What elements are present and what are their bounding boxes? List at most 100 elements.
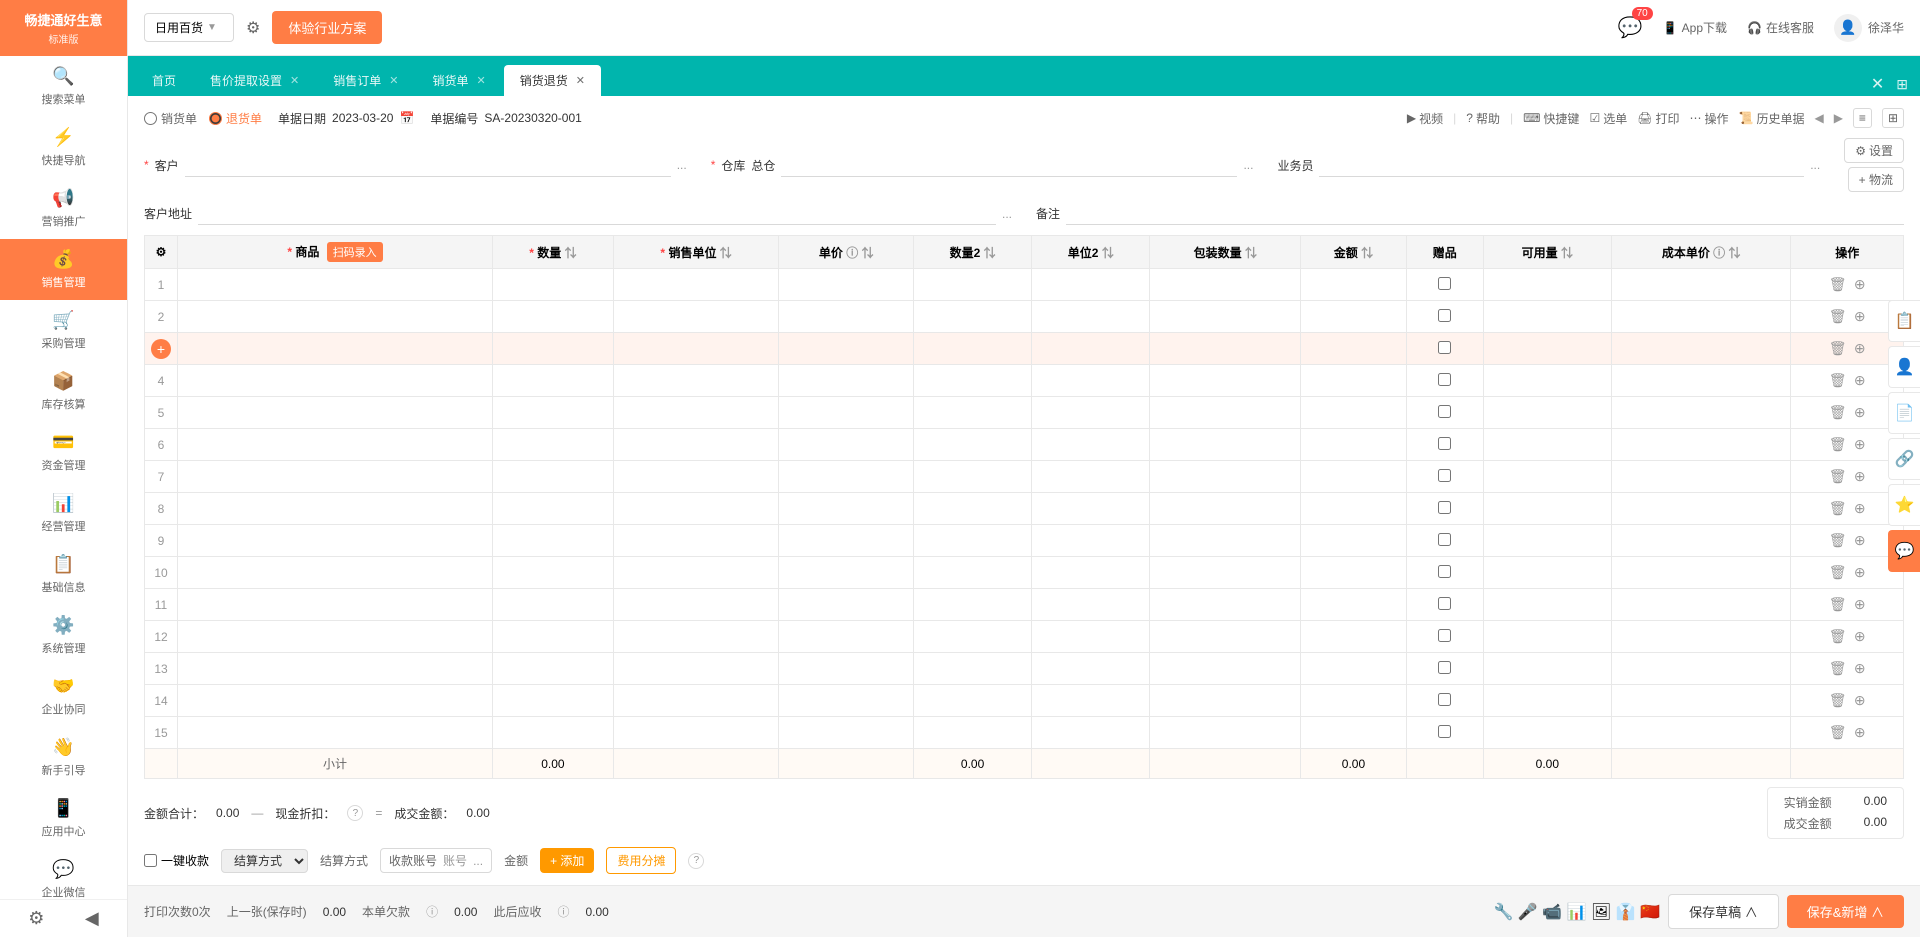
col-qty-sort[interactable]: ⇅	[565, 246, 577, 260]
delete-row-btn-2[interactable]: 🗑	[1827, 306, 1849, 327]
gift-checkbox-14[interactable]	[1438, 693, 1451, 706]
col-qty2-sort[interactable]: ⇅	[984, 246, 996, 260]
col-costprice-info[interactable]: ⓘ	[1713, 246, 1725, 260]
sidebar-item-system[interactable]: ⚙️系统管理	[0, 605, 127, 666]
warehouse-input[interactable]	[781, 154, 1237, 177]
copy-row-btn-6[interactable]: ⊕	[1852, 434, 1868, 455]
sidebar-collapse-icon[interactable]: ◀	[85, 908, 99, 929]
print-btn[interactable]: 🖨 打印	[1637, 110, 1679, 127]
user-avatar[interactable]: 👤 徐泽华	[1834, 14, 1904, 42]
delete-row-btn-5[interactable]: 🗑	[1827, 402, 1849, 423]
tab-sale-return[interactable]: 销货退货✕	[504, 65, 601, 96]
warehouse-dots[interactable]: ...	[1243, 158, 1253, 172]
customer-input[interactable]	[185, 154, 671, 177]
delete-row-btn-7[interactable]: 🗑	[1827, 466, 1849, 487]
sidebar-item-sales[interactable]: 💰销售管理	[0, 239, 127, 300]
fee-help-icon[interactable]: ?	[688, 853, 704, 869]
col-unitprice-sort[interactable]: ⇅	[862, 246, 874, 260]
side-panel-star[interactable]: ⭐	[1888, 484, 1920, 526]
account-dots[interactable]: ...	[473, 854, 483, 868]
window-close-btn[interactable]: ✕	[1867, 74, 1888, 94]
delete-row-btn-1[interactable]: 🗑	[1827, 274, 1849, 295]
sidebar-settings-icon[interactable]: ⚙	[28, 908, 44, 929]
grid-view-btn[interactable]: ⊞	[1882, 108, 1904, 128]
gift-checkbox-13[interactable]	[1438, 661, 1451, 674]
gift-checkbox-4[interactable]	[1438, 373, 1451, 386]
side-panel-link[interactable]: 🔗	[1888, 438, 1920, 480]
tab-sale-order[interactable]: 销售订单✕	[317, 65, 414, 96]
side-panel-contact[interactable]: 👤	[1888, 346, 1920, 388]
col-packqty-sort[interactable]: ⇅	[1245, 246, 1257, 260]
delete-row-btn-8[interactable]: 🗑	[1827, 498, 1849, 519]
sidebar-item-basic[interactable]: 📋基础信息	[0, 544, 127, 605]
delete-row-btn-12[interactable]: 🗑	[1827, 626, 1849, 647]
delete-row-btn-6[interactable]: 🗑	[1827, 434, 1849, 455]
settle-method-select[interactable]: 结算方式	[221, 849, 308, 873]
gift-checkbox-5[interactable]	[1438, 405, 1451, 418]
add-payment-btn[interactable]: + 添加	[540, 848, 594, 873]
side-panel-chat[interactable]: 💬	[1888, 530, 1920, 572]
sidebar-item-search[interactable]: 🔍搜索菜单	[0, 56, 127, 117]
sidebar-item-shortcut[interactable]: ⚡快捷导航	[0, 117, 127, 178]
radio-sale-goods[interactable]: 销货单	[144, 110, 197, 127]
day-type-select[interactable]: 日用百货 ▼	[144, 13, 234, 42]
copy-row-btn-2[interactable]: ⊕	[1852, 306, 1868, 327]
copy-row-btn-14[interactable]: ⊕	[1852, 690, 1868, 711]
copy-row-btn-13[interactable]: ⊕	[1852, 658, 1868, 679]
topbar-settings-icon[interactable]: ⚙	[246, 18, 260, 38]
salesperson-input[interactable]	[1319, 154, 1804, 177]
radio-sale-return[interactable]: 退货单	[209, 110, 262, 127]
delete-row-btn-11[interactable]: 🗑	[1827, 594, 1849, 615]
history-btn[interactable]: 📜 历史单据	[1738, 110, 1804, 127]
sidebar-item-inventory[interactable]: 📦库存核算	[0, 361, 127, 422]
sidebar-item-appstore[interactable]: 📱应用中心	[0, 788, 127, 849]
copy-row-btn-12[interactable]: ⊕	[1852, 626, 1868, 647]
copy-row-btn-9[interactable]: ⊕	[1852, 530, 1868, 551]
col-saleunit-sort[interactable]: ⇅	[720, 246, 732, 260]
tab-close-sale-price[interactable]: ✕	[290, 74, 299, 87]
copy-row-btn-3[interactable]: ⊕	[1852, 338, 1868, 359]
tab-sale-goods[interactable]: 销货单✕	[416, 65, 501, 96]
delete-row-btn-9[interactable]: 🗑	[1827, 530, 1849, 551]
calendar-icon[interactable]: 📅	[399, 111, 414, 125]
should-recv-icon[interactable]: ⓘ	[557, 903, 569, 920]
sidebar-item-operation[interactable]: 📊经营管理	[0, 483, 127, 544]
col-available-sort[interactable]: ⇅	[1561, 246, 1573, 260]
gift-checkbox-15[interactable]	[1438, 725, 1451, 738]
delete-row-btn-14[interactable]: 🗑	[1827, 690, 1849, 711]
one-click-pay-checkbox[interactable]: 一键收款	[144, 852, 209, 869]
gift-checkbox-11[interactable]	[1438, 597, 1451, 610]
tab-close-sale-order[interactable]: ✕	[389, 74, 398, 87]
tab-home[interactable]: 首页	[136, 65, 192, 96]
gift-checkbox-10[interactable]	[1438, 565, 1451, 578]
tab-close-sale-return[interactable]: ✕	[576, 74, 585, 87]
address-dots[interactable]: ...	[1002, 207, 1012, 221]
list-view-btn[interactable]: ≡	[1853, 108, 1872, 128]
gift-checkbox-12[interactable]	[1438, 629, 1451, 642]
video-help[interactable]: ▶ 视频	[1407, 110, 1443, 127]
sidebar-item-finance[interactable]: 💳资金管理	[0, 422, 127, 483]
col-costprice-sort[interactable]: ⇅	[1729, 246, 1741, 260]
next-doc-btn[interactable]: ▶	[1834, 111, 1843, 125]
experience-btn[interactable]: 体验行业方案	[272, 11, 382, 44]
goods-input-3[interactable]	[184, 342, 486, 356]
address-input[interactable]	[198, 202, 996, 225]
sidebar-item-purchase[interactable]: 🛒采购管理	[0, 300, 127, 361]
fee-split-btn[interactable]: 费用分摊	[606, 847, 676, 874]
copy-row-btn-11[interactable]: ⊕	[1852, 594, 1868, 615]
side-panel-doc[interactable]: 📄	[1888, 392, 1920, 434]
gift-checkbox-9[interactable]	[1438, 533, 1451, 546]
add-row-btn-3[interactable]: +	[151, 339, 171, 359]
col-amount-sort[interactable]: ⇅	[1361, 246, 1373, 260]
col-settings-icon[interactable]: ⚙	[156, 245, 167, 259]
shortcut-btn[interactable]: ⌨ 快捷键	[1523, 110, 1579, 127]
copy-row-btn-4[interactable]: ⊕	[1852, 370, 1868, 391]
logistics-btn[interactable]: + 物流	[1848, 167, 1904, 192]
gift-checkbox-6[interactable]	[1438, 437, 1451, 450]
copy-row-btn-1[interactable]: ⊕	[1852, 274, 1868, 295]
gift-checkbox-2[interactable]	[1438, 309, 1451, 322]
col-unit2-sort[interactable]: ⇅	[1102, 246, 1114, 260]
side-panel-notes[interactable]: 📋	[1888, 300, 1920, 342]
note-input[interactable]	[1066, 202, 1904, 225]
sidebar-item-newuser[interactable]: 👋新手引导	[0, 727, 127, 788]
